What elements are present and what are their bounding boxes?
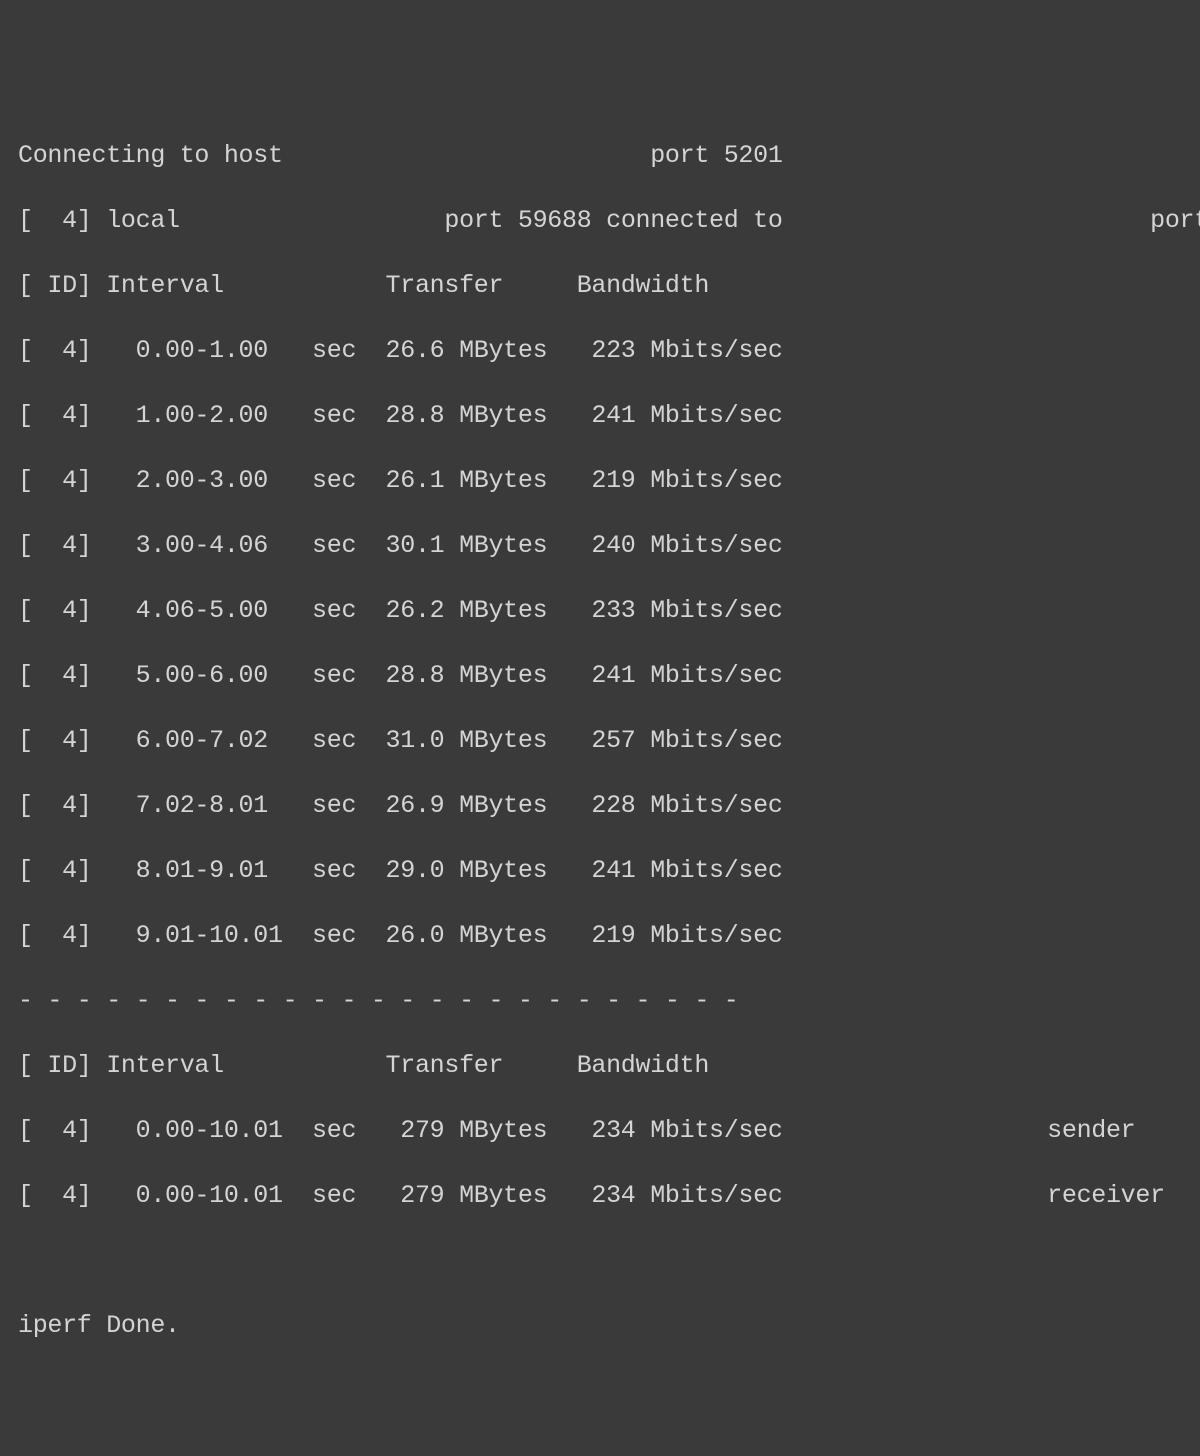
local-port: port 59688 connected to (444, 206, 782, 235)
local-remote-port: port 5201 (1150, 206, 1200, 235)
separator-line: - - - - - - - - - - - - - - - - - - - - … (18, 985, 1182, 1018)
connecting-port: port 5201 (650, 141, 782, 170)
interval-row: [ 4] 3.00-4.06 sec 30.1 MBytes 240 Mbits… (18, 530, 1182, 563)
interval-row: [ 4] 6.00-7.02 sec 31.0 MBytes 257 Mbits… (18, 725, 1182, 758)
local-prefix: [ 4] local (18, 206, 180, 235)
interval-row: [ 4] 0.00-1.00 sec 26.6 MBytes 223 Mbits… (18, 335, 1182, 368)
interval-row: [ 4] 5.00-6.00 sec 28.8 MBytes 241 Mbits… (18, 660, 1182, 693)
interval-row: [ 4] 9.01-10.01 sec 26.0 MBytes 219 Mbit… (18, 920, 1182, 953)
done-line: iperf Done. (18, 1310, 1182, 1343)
interval-row: [ 4] 8.01-9.01 sec 29.0 MBytes 241 Mbits… (18, 855, 1182, 888)
interval-row: [ 4] 7.02-8.01 sec 26.9 MBytes 228 Mbits… (18, 790, 1182, 823)
columns-header: [ ID] Interval Transfer Bandwidth (18, 270, 1182, 303)
interval-row: [ 4] 4.06-5.00 sec 26.2 MBytes 233 Mbits… (18, 595, 1182, 628)
blank-line (18, 1245, 1182, 1278)
connecting-prefix: Connecting to host (18, 141, 283, 170)
local-line: [ 4] local port 59688 connected to port … (18, 205, 1182, 238)
summary-columns-header: [ ID] Interval Transfer Bandwidth (18, 1050, 1182, 1083)
summary-receiver-row: [ 4] 0.00-10.01 sec 279 MBytes 234 Mbits… (18, 1180, 1182, 1213)
summary-sender-row: [ 4] 0.00-10.01 sec 279 MBytes 234 Mbits… (18, 1115, 1182, 1148)
interval-row: [ 4] 2.00-3.00 sec 26.1 MBytes 219 Mbits… (18, 465, 1182, 498)
connecting-line: Connecting to host port 5201 (18, 140, 1182, 173)
interval-row: [ 4] 1.00-2.00 sec 28.8 MBytes 241 Mbits… (18, 400, 1182, 433)
